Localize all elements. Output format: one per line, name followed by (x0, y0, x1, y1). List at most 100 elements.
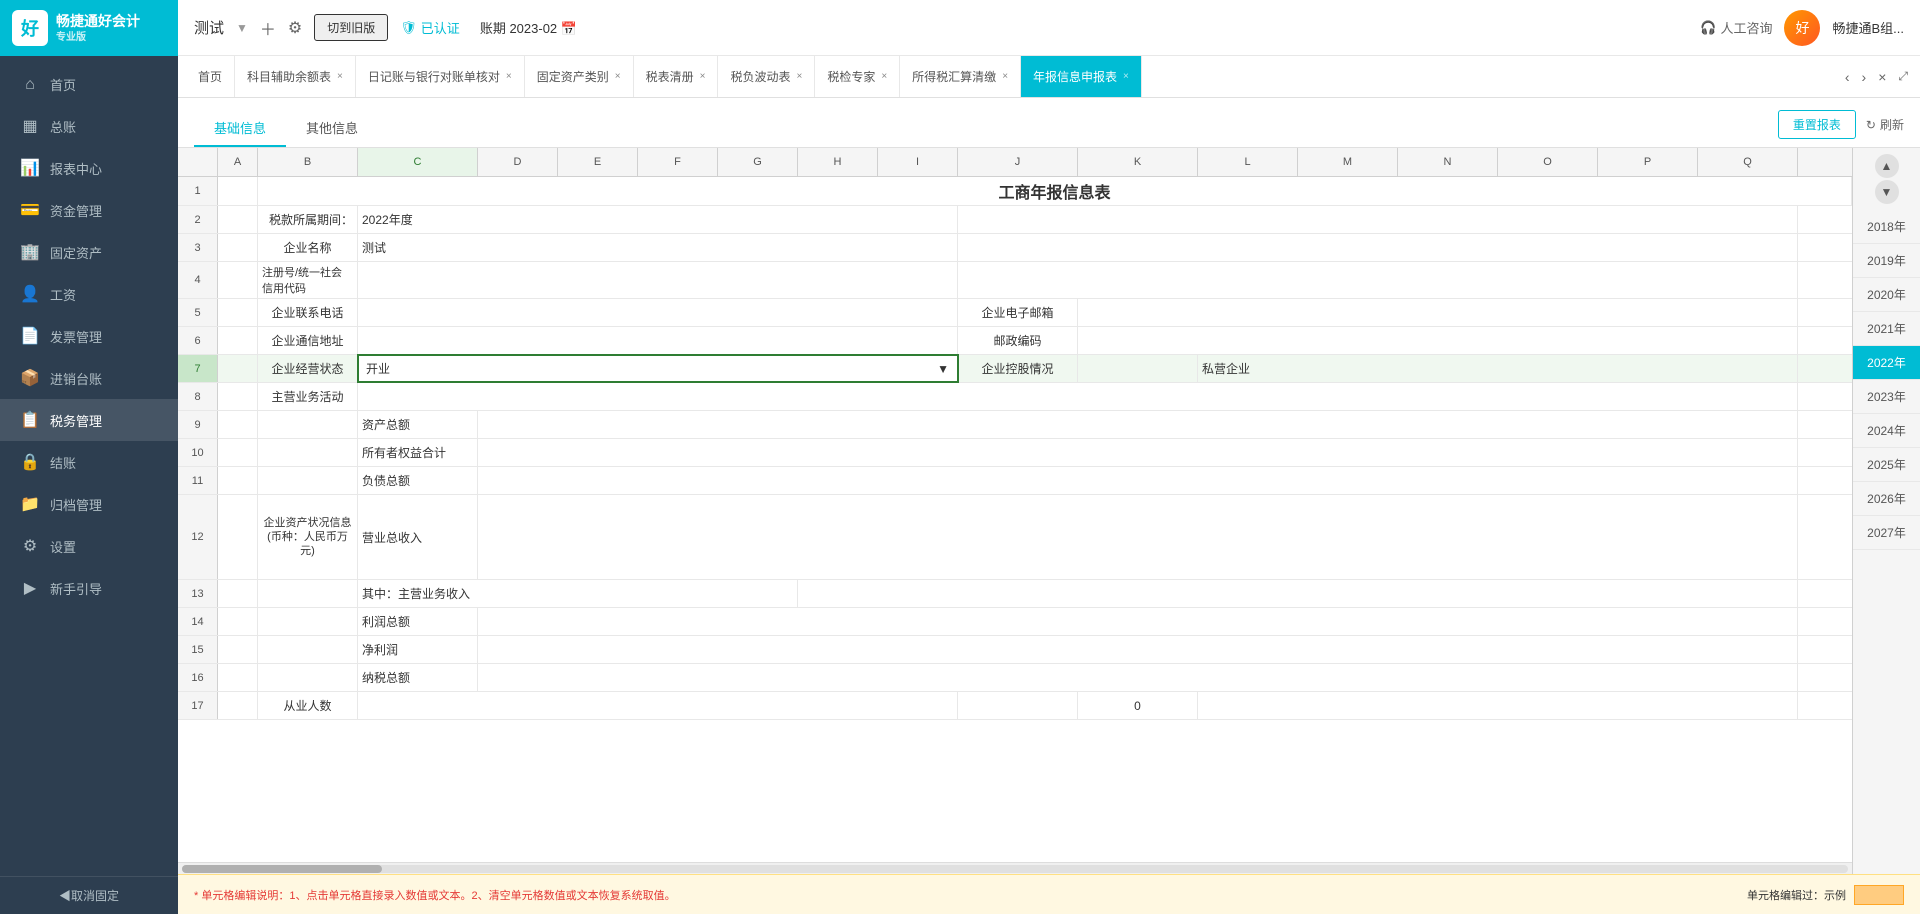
tab-年报信息申报表[interactable]: 年报信息申报表× (1021, 56, 1142, 98)
cell[interactable] (1078, 299, 1798, 326)
cell[interactable]: 企业联系电话 (258, 299, 358, 326)
cell[interactable] (958, 206, 1798, 233)
cell[interactable] (478, 608, 1798, 635)
cell[interactable] (958, 692, 1078, 719)
cell[interactable]: 净利润 (358, 636, 478, 663)
cell[interactable] (1078, 355, 1198, 382)
cell[interactable] (218, 692, 258, 719)
cell[interactable] (218, 664, 258, 691)
cell[interactable] (258, 411, 358, 438)
tab-税检专家[interactable]: 税检专家× (815, 56, 900, 98)
sidebar-item-funds[interactable]: 💳资金管理 (0, 189, 178, 231)
tab-close-icon[interactable]: × (615, 71, 621, 82)
cell[interactable] (1198, 692, 1798, 719)
tab-科目辅助余额表[interactable]: 科目辅助余额表× (235, 56, 356, 98)
cell[interactable] (958, 234, 1798, 261)
subtab-basic-info[interactable]: 基础信息 (194, 110, 286, 147)
cell[interactable] (258, 664, 358, 691)
cell[interactable]: 其中：主营业务收入 (358, 580, 798, 607)
cell[interactable] (218, 467, 258, 494)
sidebar-item-ledger[interactable]: ▦总账 (0, 105, 178, 147)
cell[interactable] (478, 467, 1798, 494)
tab-税负波动表[interactable]: 税负波动表× (718, 56, 815, 98)
cell[interactable] (358, 383, 1798, 410)
year-item-2025年[interactable]: 2025年 (1853, 448, 1920, 482)
sidebar-item-tax[interactable]: 📋税务管理 (0, 399, 178, 441)
switch-old-version-btn[interactable]: 切到旧版 (314, 14, 388, 41)
cell[interactable] (218, 439, 258, 466)
year-item-2023年[interactable]: 2023年 (1853, 380, 1920, 414)
tab-next-btn[interactable]: › (1858, 65, 1871, 89)
cell[interactable]: 资产总额 (358, 411, 478, 438)
cell[interactable] (218, 495, 258, 579)
cell[interactable]: 企业电子邮箱 (958, 299, 1078, 326)
cell[interactable]: 从业人数 (258, 692, 358, 719)
sidebar-item-reports[interactable]: 📊报表中心 (0, 147, 178, 189)
cell[interactable] (218, 327, 258, 354)
cell[interactable]: 企业名称 (258, 234, 358, 261)
tab-日记账与银行对账单核对[interactable]: 日记账与银行对账单核对× (356, 56, 525, 98)
cell[interactable] (958, 262, 1798, 298)
cell[interactable]: 企业资产状况信息(币种：人民币万元) (258, 495, 358, 579)
sidebar-item-settings[interactable]: ⚙设置 (0, 525, 178, 567)
refresh-btn[interactable]: ↻ 刷新 (1866, 116, 1904, 133)
cell[interactable] (218, 636, 258, 663)
year-item-2027年[interactable]: 2027年 (1853, 516, 1920, 550)
cell[interactable]: 利润总额 (358, 608, 478, 635)
cell[interactable]: 企业控股情况 (958, 355, 1078, 382)
cell[interactable] (358, 262, 958, 298)
cell[interactable]: 纳税总额 (358, 664, 478, 691)
sidebar-item-guide[interactable]: ▶新手引导 (0, 567, 178, 609)
sidebar-item-invoice[interactable]: 📄发票管理 (0, 315, 178, 357)
cell[interactable]: 主营业务活动 (258, 383, 358, 410)
cell[interactable]: 注册号/统一社会信用代码 (258, 262, 358, 298)
sidebar-item-salary[interactable]: 👤工资 (0, 273, 178, 315)
year-item-2026年[interactable]: 2026年 (1853, 482, 1920, 516)
cell[interactable] (358, 692, 958, 719)
cell[interactable]: 负债总额 (358, 467, 478, 494)
tab-首页[interactable]: 首页 (186, 56, 235, 98)
cell[interactable] (218, 234, 258, 261)
cell[interactable] (258, 467, 358, 494)
year-item-2021年[interactable]: 2021年 (1853, 312, 1920, 346)
tab-close-all-btn[interactable]: × (1874, 65, 1890, 89)
cell[interactable] (218, 177, 258, 205)
cell[interactable]: 企业通信地址 (258, 327, 358, 354)
cell[interactable] (478, 495, 1798, 579)
sidebar-item-archive[interactable]: 📁归档管理 (0, 483, 178, 525)
sidebar-item-stock[interactable]: 📦进销台账 (0, 357, 178, 399)
tab-close-icon[interactable]: × (1123, 71, 1129, 82)
cell[interactable] (258, 439, 358, 466)
year-down-btn[interactable]: ▼ (1875, 180, 1899, 204)
tab-close-icon[interactable]: × (337, 71, 343, 82)
settings-icon[interactable]: ⚙ (288, 18, 302, 38)
cell[interactable] (218, 383, 258, 410)
sidebar-item-home[interactable]: ⌂首页 (0, 64, 178, 105)
add-tab-btn[interactable]: ＋ (260, 16, 276, 40)
cell[interactable] (258, 636, 358, 663)
cell[interactable] (258, 580, 358, 607)
tab-close-icon[interactable]: × (881, 71, 887, 82)
year-item-2022年[interactable]: 2022年 (1853, 346, 1920, 380)
cell[interactable]: 企业经营状态 (258, 355, 358, 382)
tab-close-icon[interactable]: × (506, 71, 512, 82)
cell[interactable] (478, 411, 1798, 438)
business-status-dropdown[interactable]: 开业▼ (358, 355, 958, 382)
tab-close-icon[interactable]: × (796, 71, 802, 82)
customer-service-btn[interactable]: 🎧 人工咨询 (1700, 18, 1772, 37)
tab-prev-btn[interactable]: ‹ (1841, 65, 1854, 89)
cell[interactable]: 0 (1078, 692, 1198, 719)
cell[interactable] (218, 355, 258, 382)
reset-report-btn[interactable]: 重置报表 (1778, 110, 1856, 139)
cell[interactable] (218, 411, 258, 438)
module-dropdown-icon[interactable]: ▼ (236, 21, 248, 35)
cell[interactable] (218, 262, 258, 298)
cell[interactable]: 所有者权益合计 (358, 439, 478, 466)
subtab-other-info[interactable]: 其他信息 (286, 110, 378, 147)
cell[interactable]: 营业总收入 (358, 495, 478, 579)
year-up-btn[interactable]: ▲ (1875, 154, 1899, 178)
cell[interactable] (478, 439, 1798, 466)
sidebar-collapse-btn[interactable]: ◀取消固定 (0, 876, 178, 914)
cell[interactable] (1078, 327, 1798, 354)
cell[interactable] (478, 664, 1798, 691)
